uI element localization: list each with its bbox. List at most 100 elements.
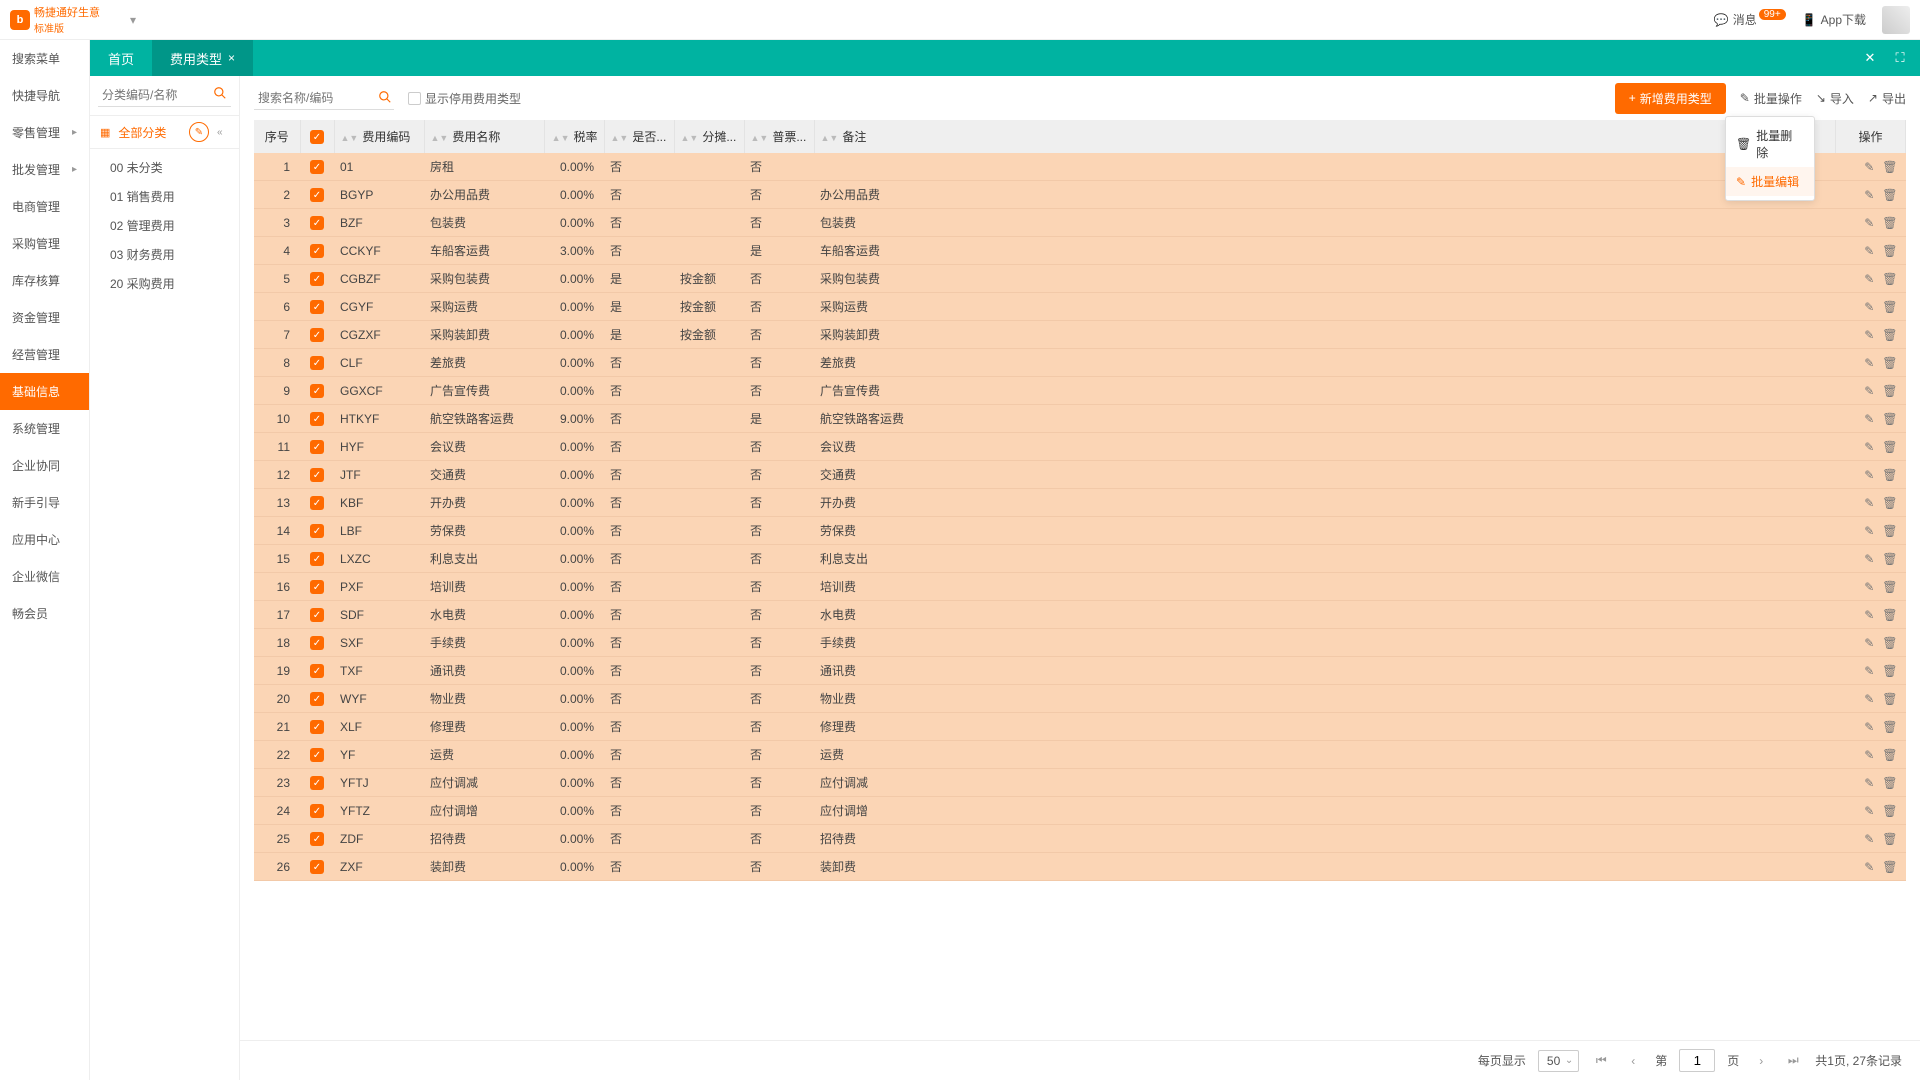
- delete-row-button[interactable]: 🗑: [1882, 468, 1897, 482]
- sidebar-item[interactable]: 企业协同: [0, 447, 89, 484]
- edit-row-button[interactable]: ✎: [1864, 664, 1874, 678]
- category-search-input[interactable]: [98, 84, 231, 107]
- col-seq[interactable]: 序号: [254, 120, 300, 153]
- edit-row-button[interactable]: ✎: [1864, 832, 1874, 846]
- sidebar-item[interactable]: 畅会员: [0, 595, 89, 632]
- edit-row-button[interactable]: ✎: [1864, 580, 1874, 594]
- row-checkbox[interactable]: ✓: [310, 244, 324, 258]
- search-input[interactable]: [254, 87, 394, 110]
- col-is[interactable]: ▲▼是否...: [604, 120, 674, 153]
- table-row[interactable]: 10✓HTKYF航空铁路客运费9.00%否是航空铁路客运费✎🗑: [254, 405, 1906, 433]
- edit-row-button[interactable]: ✎: [1864, 384, 1874, 398]
- search-icon[interactable]: [213, 86, 227, 100]
- close-icon[interactable]: ×: [228, 51, 235, 65]
- tab[interactable]: 首页: [90, 40, 152, 76]
- table-row[interactable]: 22✓YF运费0.00%否否运费✎🗑: [254, 741, 1906, 769]
- sidebar-item[interactable]: 电商管理: [0, 188, 89, 225]
- table-row[interactable]: 25✓ZDF招待费0.00%否否招待费✎🗑: [254, 825, 1906, 853]
- table-row[interactable]: 6✓CGYF采购运费0.00%是按金额否采购运费✎🗑: [254, 293, 1906, 321]
- last-page-button[interactable]: ⏭: [1783, 1053, 1803, 1068]
- sidebar-item[interactable]: 基础信息: [0, 373, 89, 410]
- row-checkbox[interactable]: ✓: [310, 720, 324, 734]
- col-name[interactable]: ▲▼费用名称: [424, 120, 544, 153]
- edit-row-button[interactable]: ✎: [1864, 496, 1874, 510]
- next-page-button[interactable]: ›: [1751, 1054, 1771, 1068]
- delete-row-button[interactable]: 🗑: [1882, 636, 1897, 650]
- batch-edit-item[interactable]: ✎ 批量编辑: [1726, 167, 1814, 196]
- sidebar-item[interactable]: 资金管理: [0, 299, 89, 336]
- edit-row-button[interactable]: ✎: [1864, 524, 1874, 538]
- edit-row-button[interactable]: ✎: [1864, 468, 1874, 482]
- delete-row-button[interactable]: 🗑: [1882, 748, 1897, 762]
- edit-row-button[interactable]: ✎: [1864, 440, 1874, 454]
- table-row[interactable]: 11✓HYF会议费0.00%否否会议费✎🗑: [254, 433, 1906, 461]
- table-row[interactable]: 5✓CGBZF采购包装费0.00%是按金额否采购包装费✎🗑: [254, 265, 1906, 293]
- page-input[interactable]: [1679, 1049, 1715, 1072]
- table-row[interactable]: 3✓BZF包装费0.00%否否包装费✎🗑: [254, 209, 1906, 237]
- edit-row-button[interactable]: ✎: [1864, 328, 1874, 342]
- row-checkbox[interactable]: ✓: [310, 412, 324, 426]
- delete-row-button[interactable]: 🗑: [1882, 608, 1897, 622]
- tree-node[interactable]: 01 销售费用: [90, 182, 239, 211]
- edit-row-button[interactable]: ✎: [1864, 608, 1874, 622]
- sidebar-item[interactable]: 库存核算: [0, 262, 89, 299]
- show-disabled-checkbox[interactable]: 显示停用费用类型: [408, 90, 521, 107]
- row-checkbox[interactable]: ✓: [310, 636, 324, 650]
- table-row[interactable]: 15✓LXZC利息支出0.00%否否利息支出✎🗑: [254, 545, 1906, 573]
- sidebar-item[interactable]: 批发管理▸: [0, 151, 89, 188]
- row-checkbox[interactable]: ✓: [310, 356, 324, 370]
- sidebar-item[interactable]: 搜索菜单: [0, 40, 89, 77]
- per-page-select[interactable]: 50 ⌄: [1538, 1050, 1579, 1072]
- sidebar-item[interactable]: 企业微信: [0, 558, 89, 595]
- delete-row-button[interactable]: 🗑: [1882, 272, 1897, 286]
- table-row[interactable]: 20✓WYF物业费0.00%否否物业费✎🗑: [254, 685, 1906, 713]
- fullscreen-button[interactable]: ⛶: [1888, 46, 1912, 70]
- row-checkbox[interactable]: ✓: [310, 272, 324, 286]
- col-alloc[interactable]: ▲▼分摊...: [674, 120, 744, 153]
- table-row[interactable]: 17✓SDF水电费0.00%否否水电费✎🗑: [254, 601, 1906, 629]
- delete-row-button[interactable]: 🗑: [1882, 664, 1897, 678]
- row-checkbox[interactable]: ✓: [310, 468, 324, 482]
- row-checkbox[interactable]: ✓: [310, 692, 324, 706]
- delete-row-button[interactable]: 🗑: [1882, 160, 1897, 174]
- edit-row-button[interactable]: ✎: [1864, 300, 1874, 314]
- table-row[interactable]: 1✓01房租0.00%否否✎🗑: [254, 153, 1906, 181]
- collapse-panel-button[interactable]: «: [217, 127, 229, 138]
- tree-node[interactable]: 00 未分类: [90, 153, 239, 182]
- tab[interactable]: 费用类型×: [152, 40, 253, 76]
- edit-row-button[interactable]: ✎: [1864, 692, 1874, 706]
- row-checkbox[interactable]: ✓: [310, 580, 324, 594]
- avatar[interactable]: [1882, 6, 1910, 34]
- messages-link[interactable]: 💬 消息 99+: [1714, 11, 1786, 28]
- delete-row-button[interactable]: 🗑: [1882, 440, 1897, 454]
- col-remark[interactable]: ▲▼备注: [814, 120, 1836, 153]
- edit-row-button[interactable]: ✎: [1864, 412, 1874, 426]
- table-row[interactable]: 9✓GGXCF广告宣传费0.00%否否广告宣传费✎🗑: [254, 377, 1906, 405]
- edit-row-button[interactable]: ✎: [1864, 552, 1874, 566]
- table-row[interactable]: 23✓YFTJ应付调减0.00%否否应付调减✎🗑: [254, 769, 1906, 797]
- table-row[interactable]: 18✓SXF手续费0.00%否否手续费✎🗑: [254, 629, 1906, 657]
- edit-row-button[interactable]: ✎: [1864, 160, 1874, 174]
- delete-row-button[interactable]: 🗑: [1882, 832, 1897, 846]
- import-button[interactable]: ↘ 导入: [1816, 90, 1854, 107]
- add-expense-type-button[interactable]: + 新增费用类型: [1615, 83, 1726, 114]
- edit-row-button[interactable]: ✎: [1864, 804, 1874, 818]
- batch-operation-button[interactable]: ✎ 批量操作: [1740, 90, 1802, 107]
- tree-node[interactable]: 02 管理费用: [90, 211, 239, 240]
- table-row[interactable]: 7✓CGZXF采购装卸费0.00%是按金额否采购装卸费✎🗑: [254, 321, 1906, 349]
- row-checkbox[interactable]: ✓: [310, 160, 324, 174]
- all-categories-link[interactable]: 全部分类: [118, 124, 181, 141]
- sidebar-item[interactable]: 快捷导航: [0, 77, 89, 114]
- row-checkbox[interactable]: ✓: [310, 188, 324, 202]
- row-checkbox[interactable]: ✓: [310, 860, 324, 874]
- row-checkbox[interactable]: ✓: [310, 496, 324, 510]
- table-row[interactable]: 19✓TXF通讯费0.00%否否通讯费✎🗑: [254, 657, 1906, 685]
- col-rate[interactable]: ▲▼税率: [544, 120, 604, 153]
- edit-row-button[interactable]: ✎: [1864, 636, 1874, 650]
- delete-row-button[interactable]: 🗑: [1882, 692, 1897, 706]
- edit-row-button[interactable]: ✎: [1864, 216, 1874, 230]
- row-checkbox[interactable]: ✓: [310, 552, 324, 566]
- row-checkbox[interactable]: ✓: [310, 608, 324, 622]
- delete-row-button[interactable]: 🗑: [1882, 860, 1897, 874]
- row-checkbox[interactable]: ✓: [310, 804, 324, 818]
